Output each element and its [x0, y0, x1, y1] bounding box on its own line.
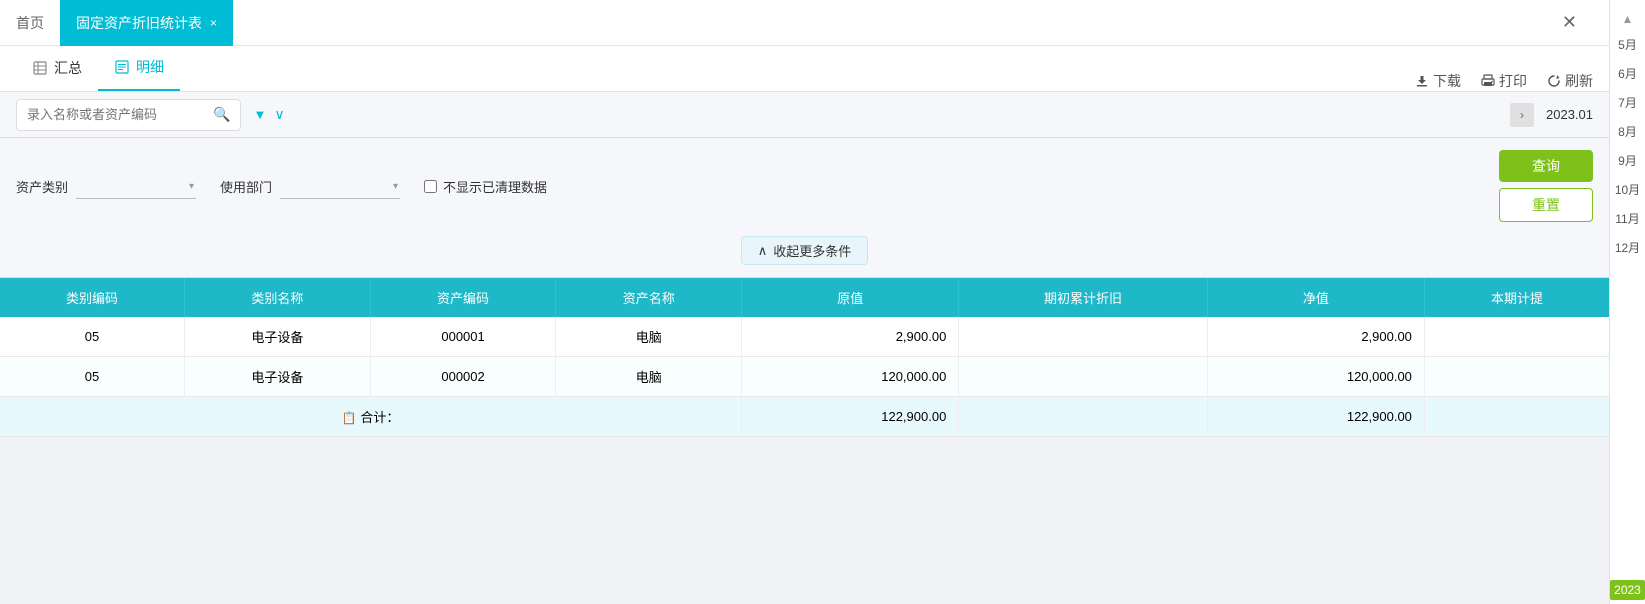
- asset-category-label: 资产类别: [16, 177, 68, 196]
- filter-btn-group: 查询 重置: [1499, 150, 1593, 222]
- nav-arrow-right[interactable]: ›: [1510, 103, 1534, 127]
- summary-row: 📋 合计：122,900.00122,900.00: [0, 397, 1609, 437]
- table-cell: [959, 317, 1207, 357]
- table-cell: 000002: [370, 357, 556, 397]
- table-cell: 05: [0, 317, 185, 357]
- table-header-row: 类别编码 类别名称 资产编码 资产名称 原值 期初累计折旧 净值 本期计提: [0, 278, 1609, 317]
- sidebar-month-item[interactable]: 8月: [1610, 117, 1645, 146]
- query-button[interactable]: 查询: [1499, 150, 1593, 182]
- col-accumulated-dep: 期初累计折旧: [959, 278, 1207, 317]
- sidebar-month-item[interactable]: 7月: [1610, 88, 1645, 117]
- table-cell: 2,900.00: [1207, 317, 1424, 357]
- hide-cleared-label: 不显示已清理数据: [443, 177, 547, 196]
- hide-cleared-checkbox[interactable]: [424, 180, 437, 193]
- col-asset-name: 资产名称: [556, 278, 742, 317]
- print-label: 打印: [1499, 71, 1527, 91]
- download-button[interactable]: 下载: [1415, 71, 1461, 91]
- table-cell: 120,000.00: [1207, 357, 1424, 397]
- summary-cell: [959, 397, 1207, 437]
- asset-category-field: 资产类别: [16, 173, 196, 199]
- table-row: 05电子设备000002电脑120,000.00120,000.00: [0, 357, 1609, 397]
- sidebar-month-item[interactable]: 10月: [1610, 175, 1645, 204]
- sidebar-year-badge[interactable]: 2023: [1610, 580, 1645, 600]
- summary-cell: 122,900.00: [1207, 397, 1424, 437]
- table-cell: 05: [0, 357, 185, 397]
- window-close-button[interactable]: ✕: [1546, 12, 1593, 33]
- collapse-icon: ∧: [758, 243, 768, 259]
- active-tab[interactable]: 固定资产折旧统计表 ×: [60, 0, 233, 46]
- department-label: 使用部门: [220, 177, 272, 196]
- summary-cell: 122,900.00: [742, 397, 959, 437]
- table-cell: [1424, 357, 1609, 397]
- date-label: 2023.01: [1546, 107, 1593, 122]
- asset-category-select-wrap[interactable]: [76, 173, 196, 199]
- col-net-value: 净值: [1207, 278, 1424, 317]
- filter-panel: 资产类别 使用部门 不显示已清理数据: [0, 138, 1609, 278]
- tab-summary[interactable]: 汇总: [16, 45, 98, 91]
- sidebar-scroll-up[interactable]: ▲: [1618, 8, 1638, 30]
- top-nav: 首页 固定资产折旧统计表 × ✕: [0, 0, 1609, 46]
- sidebar-month-item[interactable]: 11月: [1610, 204, 1645, 233]
- filter-icon: ▼: [253, 107, 266, 122]
- table-cell: 电脑: [556, 317, 742, 357]
- tab-title: 固定资产折旧统计表: [76, 13, 202, 33]
- refresh-button[interactable]: 刷新: [1547, 71, 1593, 91]
- refresh-label: 刷新: [1565, 71, 1593, 91]
- sidebar-month-item[interactable]: 5月: [1610, 30, 1645, 59]
- col-asset-code: 资产编码: [370, 278, 556, 317]
- table-cell: 电脑: [556, 357, 742, 397]
- reset-button[interactable]: 重置: [1499, 188, 1593, 222]
- search-icon: 🔍: [213, 106, 230, 123]
- toolbar-actions: 下载 打印 刷新: [1415, 71, 1593, 91]
- summary-icon: [32, 60, 48, 76]
- department-select-wrap[interactable]: [280, 173, 400, 199]
- home-link[interactable]: 首页: [16, 13, 56, 33]
- sidebar-month-item[interactable]: 6月: [1610, 59, 1645, 88]
- summary-cell: 📋 合计：: [0, 397, 742, 437]
- collapse-label: 收起更多条件: [773, 241, 851, 260]
- table-wrap: 类别编码 类别名称 资产编码 资产名称 原值 期初累计折旧 净值 本期计提 05…: [0, 278, 1609, 604]
- table-cell: 000001: [370, 317, 556, 357]
- hide-cleared-wrap[interactable]: 不显示已清理数据: [424, 177, 547, 196]
- col-original-value: 原值: [742, 278, 959, 317]
- summary-cell: [1424, 397, 1609, 437]
- col-category-code: 类别编码: [0, 278, 185, 317]
- tab-close-button[interactable]: ×: [210, 16, 217, 30]
- table-cell: [1424, 317, 1609, 357]
- chevron-down-icon: ∨: [274, 106, 284, 123]
- print-button[interactable]: 打印: [1481, 71, 1527, 91]
- collapse-bar: ∧ 收起更多条件: [16, 230, 1593, 269]
- download-label: 下载: [1433, 71, 1461, 91]
- collapse-button[interactable]: ∧ 收起更多条件: [741, 236, 869, 265]
- search-bar: 🔍 ▼ ∨ › 2023.01: [0, 92, 1609, 138]
- table-cell: 120,000.00: [742, 357, 959, 397]
- search-input[interactable]: [27, 107, 207, 122]
- right-sidebar: ▲ 5月6月7月8月9月10月11月12月 2023: [1609, 0, 1645, 604]
- department-field: 使用部门: [220, 173, 400, 199]
- sidebar-month-item[interactable]: 9月: [1610, 146, 1645, 175]
- col-current-period: 本期计提: [1424, 278, 1609, 317]
- tab-detail-label: 明细: [136, 57, 164, 77]
- department-select[interactable]: [280, 173, 400, 199]
- sidebar-month-item[interactable]: 12月: [1610, 233, 1645, 262]
- more-conditions-button[interactable]: ▼ ∨: [253, 106, 284, 123]
- table-cell: 2,900.00: [742, 317, 959, 357]
- detail-icon: [114, 59, 130, 75]
- tab-summary-label: 汇总: [54, 58, 82, 78]
- table-cell: [959, 357, 1207, 397]
- table-cell: 电子设备: [185, 317, 371, 357]
- tab-detail[interactable]: 明细: [98, 45, 180, 91]
- search-input-wrap[interactable]: 🔍: [16, 99, 241, 131]
- table-row: 05电子设备000001电脑2,900.002,900.00: [0, 317, 1609, 357]
- tab-bar: 汇总 明细 下载 打印: [0, 46, 1609, 92]
- data-table: 类别编码 类别名称 资产编码 资产名称 原值 期初累计折旧 净值 本期计提 05…: [0, 278, 1609, 437]
- col-category-name: 类别名称: [185, 278, 371, 317]
- asset-category-select[interactable]: [76, 173, 196, 199]
- table-cell: 电子设备: [185, 357, 371, 397]
